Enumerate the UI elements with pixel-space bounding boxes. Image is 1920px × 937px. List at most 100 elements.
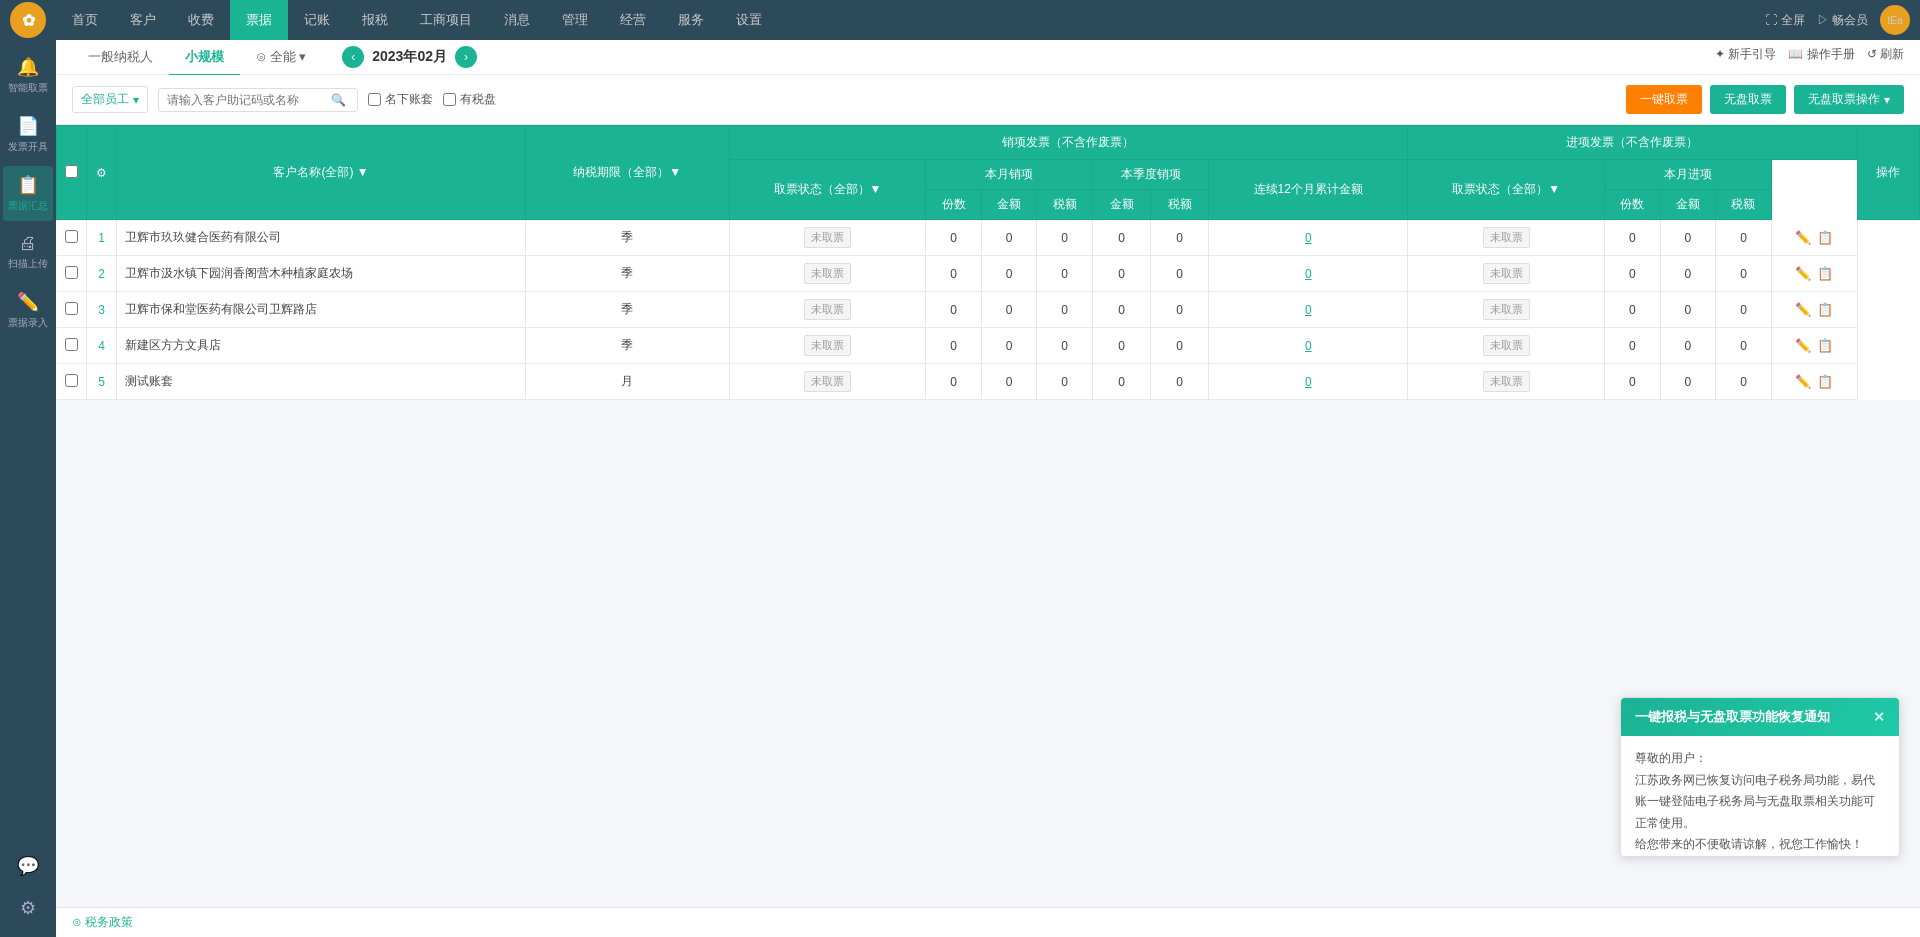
- sidebar-bottom: 💬 ⚙: [3, 847, 53, 927]
- avatar[interactable]: tEa: [1880, 5, 1910, 35]
- th-consecutive12: 连续12个月累计金额: [1209, 160, 1408, 220]
- nav-fee[interactable]: 收费: [172, 0, 230, 40]
- checkbox-has-tax-disk-input[interactable]: [443, 93, 456, 106]
- main-table: ⚙ 客户名称(全部) ▼ 纳税期限（全部）▼ 销项发票（不含作废票） 进项发票（…: [56, 125, 1920, 400]
- row-checkbox[interactable]: [65, 230, 78, 243]
- row-period-cell: 季: [526, 292, 730, 328]
- row-sales-month-count: 0: [926, 292, 982, 328]
- scan-upload-icon: 🖨: [19, 233, 37, 254]
- row-consecutive12: 0: [1209, 256, 1408, 292]
- checkbox-has-tax-disk-label: 有税盘: [460, 91, 496, 108]
- nav-tax[interactable]: 报税: [346, 0, 404, 40]
- checkbox-has-tax-disk[interactable]: 有税盘: [443, 91, 496, 108]
- checkbox-own-accounts-input[interactable]: [368, 93, 381, 106]
- select-all-checkbox[interactable]: [65, 165, 78, 178]
- edit-icon[interactable]: ✏️: [1795, 302, 1811, 317]
- view-icon[interactable]: 📋: [1817, 374, 1833, 389]
- no-disk-fetch-operation-btn[interactable]: 无盘取票操作 ▾: [1794, 85, 1904, 114]
- row-index-cell: 4: [87, 328, 117, 364]
- th-purchase-month-amount: 金额: [1660, 190, 1716, 220]
- nav-operation[interactable]: 经营: [604, 0, 662, 40]
- nav-settings[interactable]: 设置: [720, 0, 778, 40]
- row-checkbox[interactable]: [65, 302, 78, 315]
- edit-icon[interactable]: ✏️: [1795, 230, 1811, 245]
- row-consecutive12: 0: [1209, 364, 1408, 400]
- sidebar-item-invoice-summary[interactable]: 📋 票据汇总: [3, 166, 53, 221]
- nav-bookkeeping[interactable]: 记账: [288, 0, 346, 40]
- no-disk-fetch-btn[interactable]: 无盘取票: [1710, 85, 1786, 114]
- row-sales-month-count: 0: [926, 364, 982, 400]
- row-period-cell: 季: [526, 220, 730, 256]
- row-sales-month-count: 0: [926, 220, 982, 256]
- chat-icon: 💬: [17, 855, 39, 877]
- row-checkbox[interactable]: [65, 266, 78, 279]
- new-guide-btn[interactable]: ✦ 新手引导: [1715, 46, 1776, 63]
- checkbox-own-accounts[interactable]: 名下账套: [368, 91, 433, 108]
- vip-btn[interactable]: ▷ 畅会员: [1817, 12, 1868, 29]
- sidebar-item-invoice-entry[interactable]: ✏️ 票据录入: [3, 283, 53, 338]
- notification-close-btn[interactable]: ✕: [1873, 709, 1885, 725]
- employee-select[interactable]: 全部员工 ▾: [72, 86, 148, 113]
- sidebar-item-invoice-open[interactable]: 📄 发票开具: [3, 107, 53, 162]
- nav-service[interactable]: 服务: [662, 0, 720, 40]
- period-next-btn[interactable]: ›: [455, 46, 477, 68]
- nav-message[interactable]: 消息: [488, 0, 546, 40]
- smart-ticket-icon: 🔔: [17, 56, 39, 78]
- notification-content: 尊敬的用户： 江苏政务网已恢复访问电子税务局功能，易代账一键登陆电子税务局与无盘…: [1635, 748, 1885, 856]
- row-actions-cell: ✏️ 📋: [1771, 292, 1857, 328]
- row-purchase-month-count: 0: [1605, 256, 1661, 292]
- nav-client[interactable]: 客户: [114, 0, 172, 40]
- one-click-fetch-btn[interactable]: 一键取票: [1626, 85, 1702, 114]
- row-period-cell: 月: [526, 364, 730, 400]
- row-index-cell: 3: [87, 292, 117, 328]
- fullscreen-btn[interactable]: ⛶ 全屏: [1765, 12, 1804, 29]
- row-sales-quarter-amount: 0: [1092, 292, 1150, 328]
- fetch-status-sales-badge: 未取票: [804, 263, 851, 284]
- edit-icon[interactable]: ✏️: [1795, 338, 1811, 353]
- row-sales-month-tax: 0: [1037, 364, 1093, 400]
- row-checkbox[interactable]: [65, 338, 78, 351]
- nav-manage[interactable]: 管理: [546, 0, 604, 40]
- nav-home[interactable]: 首页: [56, 0, 114, 40]
- sidebar-item-gear[interactable]: ⚙: [3, 889, 53, 927]
- sidebar: 🔔 智能取票 📄 发票开具 📋 票据汇总 🖨 扫描上传 ✏️ 票据录入 💬 ⚙: [0, 40, 56, 937]
- edit-icon[interactable]: ✏️: [1795, 266, 1811, 281]
- sidebar-item-smart-ticket[interactable]: 🔔 智能取票: [3, 48, 53, 103]
- tab-small-scale[interactable]: 小规模: [169, 40, 240, 76]
- nav-business[interactable]: 工商项目: [404, 0, 488, 40]
- avatar-text: tEa: [1887, 15, 1902, 26]
- row-purchase-month-tax: 0: [1716, 292, 1772, 328]
- view-icon[interactable]: 📋: [1817, 302, 1833, 317]
- th-sales-invoice-group: 销项发票（不含作废票）: [729, 126, 1408, 160]
- fetch-status-sales-badge: 未取票: [804, 335, 851, 356]
- invoice-open-icon: 📄: [17, 115, 39, 137]
- tab-general-taxpayer[interactable]: 一般纳税人: [72, 40, 169, 76]
- fetch-status-purchase-badge: 未取票: [1483, 263, 1530, 284]
- row-purchase-month-amount: 0: [1660, 220, 1716, 256]
- row-sales-month-amount: 0: [981, 364, 1037, 400]
- edit-icon[interactable]: ✏️: [1795, 374, 1811, 389]
- sidebar-item-scan-upload[interactable]: 🖨 扫描上传: [3, 225, 53, 279]
- tax-policy-link[interactable]: ⊙ 税务政策: [72, 914, 133, 931]
- row-purchase-month-amount: 0: [1660, 256, 1716, 292]
- view-icon[interactable]: 📋: [1817, 266, 1833, 281]
- nav-invoice[interactable]: 票据: [230, 0, 288, 40]
- sidebar-item-chat[interactable]: 💬: [3, 847, 53, 885]
- view-icon[interactable]: 📋: [1817, 230, 1833, 245]
- refresh-btn[interactable]: ↺ 刷新: [1867, 46, 1904, 63]
- row-checkbox[interactable]: [65, 374, 78, 387]
- fetch-status-sales-badge: 未取票: [804, 299, 851, 320]
- row-actions-cell: ✏️ 📋: [1771, 328, 1857, 364]
- th-purchase-month-count: 份数: [1605, 190, 1661, 220]
- checkbox-own-accounts-label: 名下账套: [385, 91, 433, 108]
- view-icon[interactable]: 📋: [1817, 338, 1833, 353]
- period-nav: ‹ 2023年02月 ›: [342, 46, 477, 68]
- manual-btn[interactable]: 📖 操作手册: [1788, 46, 1854, 63]
- search-input[interactable]: [167, 93, 327, 107]
- period-prev-btn[interactable]: ‹: [342, 46, 364, 68]
- search-icon[interactable]: 🔍: [331, 93, 346, 107]
- row-fetch-status-sales-cell: 未取票: [729, 292, 926, 328]
- tab-all-ability[interactable]: ⊙ 全能 ▾: [240, 40, 322, 76]
- row-sales-month-amount: 0: [981, 292, 1037, 328]
- th-sales-quarter-amount: 金额: [1092, 190, 1150, 220]
